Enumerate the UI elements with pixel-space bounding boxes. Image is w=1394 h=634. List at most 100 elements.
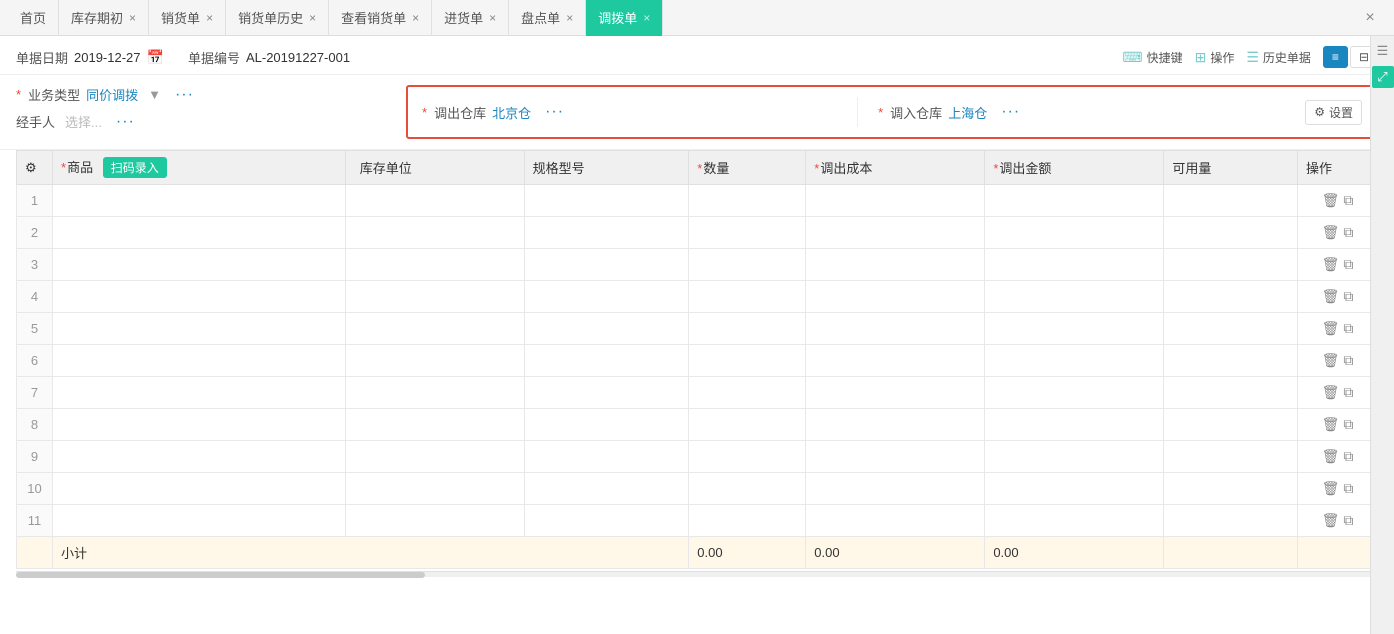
tab-close-stocktake[interactable]: × [566, 11, 573, 25]
available-cell[interactable] [1164, 505, 1298, 537]
unit-cell[interactable] [345, 217, 524, 249]
cost-cell[interactable] [806, 409, 985, 441]
delete-icon[interactable]: 🗑 [1322, 256, 1340, 272]
spec-cell[interactable] [524, 409, 689, 441]
amount-cell[interactable] [985, 505, 1164, 537]
available-cell[interactable] [1164, 377, 1298, 409]
tab-close-transfer[interactable]: × [643, 11, 650, 25]
delete-icon[interactable]: 🗑 [1322, 448, 1340, 464]
business-type-more[interactable]: ··· [175, 86, 194, 104]
cost-cell[interactable] [806, 441, 985, 473]
amount-cell[interactable] [985, 473, 1164, 505]
product-cell[interactable] [53, 185, 346, 217]
horizontal-scrollbar[interactable] [16, 571, 1378, 577]
delete-icon[interactable]: 🗑 [1322, 320, 1340, 336]
product-cell[interactable] [53, 441, 346, 473]
available-cell[interactable] [1164, 313, 1298, 345]
cost-cell[interactable] [806, 249, 985, 281]
qty-cell[interactable] [689, 281, 806, 313]
unit-cell[interactable] [345, 377, 524, 409]
delete-icon[interactable]: 🗑 [1322, 352, 1340, 368]
shortcut-action[interactable]: ⌨ 快捷键 [1122, 49, 1182, 66]
available-cell[interactable] [1164, 441, 1298, 473]
source-warehouse-value[interactable]: 北京仓 [492, 103, 531, 122]
spec-cell[interactable] [524, 217, 689, 249]
unit-cell[interactable] [345, 473, 524, 505]
product-cell[interactable] [53, 345, 346, 377]
handler-placeholder[interactable]: 选择... [65, 112, 102, 131]
available-cell[interactable] [1164, 281, 1298, 313]
product-cell[interactable] [53, 505, 346, 537]
col-gear[interactable]: ⚙ [17, 151, 53, 185]
delete-icon[interactable]: 🗑 [1322, 512, 1340, 528]
delete-icon[interactable]: 🗑 [1322, 480, 1340, 496]
amount-cell[interactable] [985, 185, 1164, 217]
delete-icon[interactable]: 🗑 [1322, 288, 1340, 304]
qty-cell[interactable] [689, 185, 806, 217]
warehouse-settings-btn[interactable]: ⚙ 设置 [1305, 100, 1362, 125]
spec-cell[interactable] [524, 313, 689, 345]
unit-cell[interactable] [345, 505, 524, 537]
qty-cell[interactable] [689, 441, 806, 473]
amount-cell[interactable] [985, 409, 1164, 441]
qty-cell[interactable] [689, 409, 806, 441]
tab-sales-history[interactable]: 销货单历史 × [226, 0, 329, 36]
product-cell[interactable] [53, 313, 346, 345]
amount-cell[interactable] [985, 281, 1164, 313]
amount-cell[interactable] [985, 249, 1164, 281]
scrollbar-thumb[interactable] [16, 572, 425, 578]
cost-cell[interactable] [806, 345, 985, 377]
tab-home[interactable]: 首页 [8, 0, 59, 36]
unit-cell[interactable] [345, 249, 524, 281]
amount-cell[interactable] [985, 217, 1164, 249]
unit-cell[interactable] [345, 441, 524, 473]
product-cell[interactable] [53, 377, 346, 409]
cost-cell[interactable] [806, 473, 985, 505]
tab-close-view-sales[interactable]: × [412, 11, 419, 25]
cost-cell[interactable] [806, 217, 985, 249]
window-close-button[interactable]: × [1354, 0, 1386, 36]
qty-cell[interactable] [689, 313, 806, 345]
business-type-value[interactable]: 同价调拨 [86, 85, 138, 104]
tab-purchase[interactable]: 进货单 × [432, 0, 509, 36]
spec-cell[interactable] [524, 441, 689, 473]
tab-inventory-init[interactable]: 库存期初 × [59, 0, 149, 36]
cost-cell[interactable] [806, 281, 985, 313]
date-value[interactable]: 2019-12-27 [74, 50, 141, 65]
qty-cell[interactable] [689, 505, 806, 537]
tab-close-purchase[interactable]: × [489, 11, 496, 25]
qty-cell[interactable] [689, 217, 806, 249]
cost-cell[interactable] [806, 505, 985, 537]
sidebar-expand-icon[interactable]: ⤢ [1372, 66, 1394, 88]
copy-icon[interactable]: ⧉ [1343, 480, 1353, 496]
available-cell[interactable] [1164, 345, 1298, 377]
tab-view-sales[interactable]: 查看销货单 × [329, 0, 432, 36]
copy-icon[interactable]: ⧉ [1343, 448, 1353, 464]
unit-cell[interactable] [345, 313, 524, 345]
product-cell[interactable] [53, 409, 346, 441]
amount-cell[interactable] [985, 441, 1164, 473]
business-type-dropdown[interactable]: ▼ [148, 87, 161, 102]
copy-icon[interactable]: ⧉ [1343, 352, 1353, 368]
cost-cell[interactable] [806, 185, 985, 217]
spec-cell[interactable] [524, 281, 689, 313]
spec-cell[interactable] [524, 377, 689, 409]
table-gear-icon[interactable]: ⚙ [25, 160, 37, 175]
spec-cell[interactable] [524, 185, 689, 217]
product-cell[interactable] [53, 217, 346, 249]
qty-cell[interactable] [689, 473, 806, 505]
product-cell[interactable] [53, 473, 346, 505]
delete-icon[interactable]: 🗑 [1322, 192, 1340, 208]
amount-cell[interactable] [985, 345, 1164, 377]
copy-icon[interactable]: ⧉ [1343, 224, 1353, 240]
unit-cell[interactable] [345, 185, 524, 217]
scan-button[interactable]: 扫码录入 [103, 157, 167, 178]
product-cell[interactable] [53, 249, 346, 281]
spec-cell[interactable] [524, 249, 689, 281]
list-view-btn[interactable]: ≡ [1323, 46, 1348, 68]
copy-icon[interactable]: ⧉ [1343, 288, 1353, 304]
cost-cell[interactable] [806, 313, 985, 345]
copy-icon[interactable]: ⧉ [1343, 320, 1353, 336]
delete-icon[interactable]: 🗑 [1322, 384, 1340, 400]
spec-cell[interactable] [524, 473, 689, 505]
